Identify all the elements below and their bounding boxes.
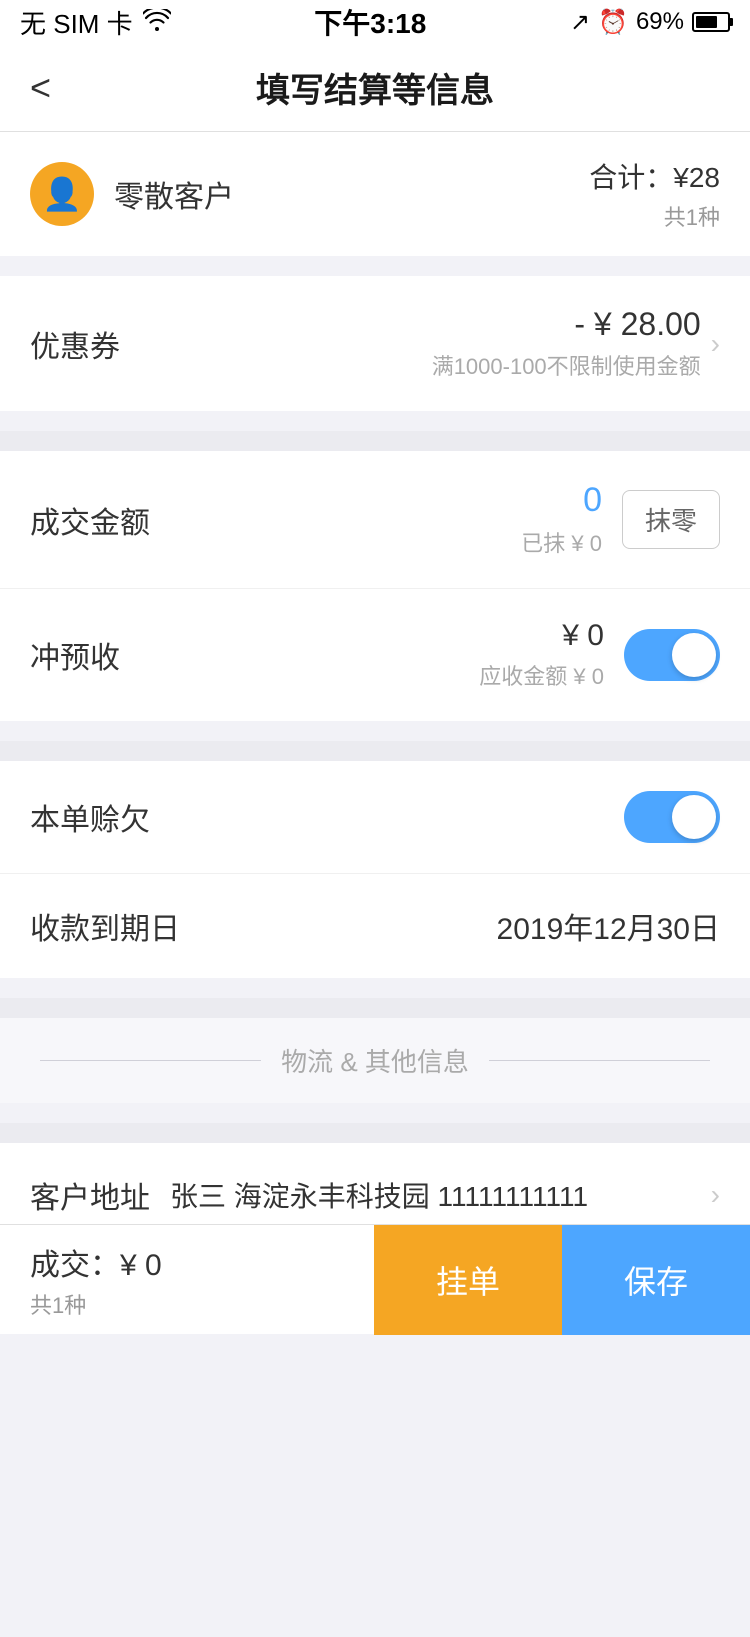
customer-avatar: 👤 <box>30 162 94 226</box>
avatar-icon: 👤 <box>42 175 82 213</box>
debt-label: 本单赊欠 <box>30 795 150 839</box>
transaction-label: 成交金额 <box>30 498 150 542</box>
toggle-knob <box>672 633 716 677</box>
status-left: 无 SIM 卡 <box>20 4 171 41</box>
divider-2 <box>0 741 750 761</box>
logistics-divider: 物流 & 其他信息 <box>40 1042 710 1079</box>
page-title: 填写结算等信息 <box>256 63 494 112</box>
advance-toggle[interactable] <box>624 629 720 681</box>
battery-percent: 69% <box>636 8 684 36</box>
debt-toggle-area <box>624 791 720 843</box>
coupon-desc: 满1000-100不限制使用金额 <box>432 349 701 381</box>
logistics-label: 物流 & 其他信息 <box>281 1042 469 1079</box>
alarm-icon: ⏰ <box>598 8 628 37</box>
customer-section: 👤 零散客户 合计：¥28 共1种 <box>0 132 750 256</box>
coupon-right: - ¥ 28.00 满1000-100不限制使用金额 <box>432 306 701 381</box>
bottom-deal-row: 成交：¥ 0 <box>30 1240 344 1284</box>
transaction-right: 0 已抹 ¥ 0 抹零 <box>521 481 720 558</box>
debt-row: 本单赊欠 <box>0 761 750 874</box>
transaction-value-col: 0 已抹 ¥ 0 <box>521 481 602 558</box>
customer-left: 👤 零散客户 <box>30 162 234 226</box>
bottom-bar: 成交：¥ 0 共1种 挂单 保存 <box>0 1224 750 1334</box>
customer-right: 合计：¥28 共1种 <box>589 156 720 232</box>
location-icon: ↗ <box>570 8 590 37</box>
debt-toggle-knob <box>672 795 716 839</box>
chevron-right-icon: › <box>711 328 720 360</box>
address-value: 张三 海淀永丰科技园 11111111111 <box>170 1175 701 1215</box>
main-content: 👤 零散客户 合计：¥28 共1种 优惠券 - ¥ 28.00 满1000-10… <box>0 132 750 1637</box>
divider-4 <box>0 1123 750 1143</box>
status-right: ↗ ⏰ 69% <box>570 8 730 37</box>
advance-sub: 应收金额 ¥ 0 <box>479 659 604 691</box>
advance-right: ¥ 0 应收金额 ¥ 0 <box>479 619 720 691</box>
divider-1 <box>0 431 750 451</box>
coupon-row[interactable]: 优惠券 - ¥ 28.00 满1000-100不限制使用金额 › <box>0 276 750 411</box>
debt-section: 本单赊欠 收款到期日 2019年12月30日 <box>0 761 750 978</box>
customer-name: 零散客户 <box>114 172 234 216</box>
divider-3 <box>0 998 750 1018</box>
logistics-header: 物流 & 其他信息 <box>0 1018 750 1103</box>
save-button[interactable]: 保存 <box>562 1225 750 1335</box>
transaction-value: 0 <box>521 481 602 520</box>
advance-label: 冲预收 <box>30 633 120 677</box>
advance-row: 冲预收 ¥ 0 应收金额 ¥ 0 <box>0 589 750 721</box>
transaction-sub: 已抹 ¥ 0 <box>521 526 602 558</box>
bottom-info: 成交：¥ 0 共1种 <box>0 1240 374 1320</box>
advance-amount: ¥ 0 <box>479 619 604 653</box>
due-date-value: 2019年12月30日 <box>497 904 720 948</box>
wifi-icon <box>143 7 171 38</box>
address-label: 客户地址 <box>30 1173 150 1217</box>
coupon-right-area: - ¥ 28.00 满1000-100不限制使用金额 › <box>432 306 720 381</box>
customer-total: 合计：¥28 <box>589 156 720 196</box>
status-time: 下午3:18 <box>314 2 426 42</box>
hold-button[interactable]: 挂单 <box>374 1225 562 1335</box>
bottom-count: 共1种 <box>30 1288 344 1320</box>
status-bar: 无 SIM 卡 下午3:18 ↗ ⏰ 69% <box>0 0 750 44</box>
battery-icon <box>692 12 730 32</box>
transaction-section: 成交金额 0 已抹 ¥ 0 抹零 冲预收 ¥ 0 应收金额 ¥ 0 <box>0 451 750 721</box>
bottom-deal-label: 成交： <box>30 1249 120 1282</box>
debt-toggle[interactable] <box>624 791 720 843</box>
carrier-label: 无 SIM 卡 <box>20 4 133 41</box>
due-date-row: 收款到期日 2019年12月30日 <box>0 874 750 978</box>
transaction-row: 成交金额 0 已抹 ¥ 0 抹零 <box>0 451 750 589</box>
due-date-label: 收款到期日 <box>30 904 180 948</box>
back-button[interactable]: < <box>30 67 51 109</box>
address-chevron-icon: › <box>711 1179 720 1211</box>
round-button[interactable]: 抹零 <box>622 490 720 549</box>
customer-count: 共1种 <box>589 200 720 232</box>
advance-value-col: ¥ 0 应收金额 ¥ 0 <box>479 619 604 691</box>
coupon-label: 优惠券 <box>30 322 120 366</box>
coupon-section[interactable]: 优惠券 - ¥ 28.00 满1000-100不限制使用金额 › <box>0 276 750 411</box>
bottom-deal-amount: ¥ 0 <box>120 1249 162 1282</box>
nav-bar: < 填写结算等信息 <box>0 44 750 132</box>
coupon-amount: - ¥ 28.00 <box>432 306 701 343</box>
